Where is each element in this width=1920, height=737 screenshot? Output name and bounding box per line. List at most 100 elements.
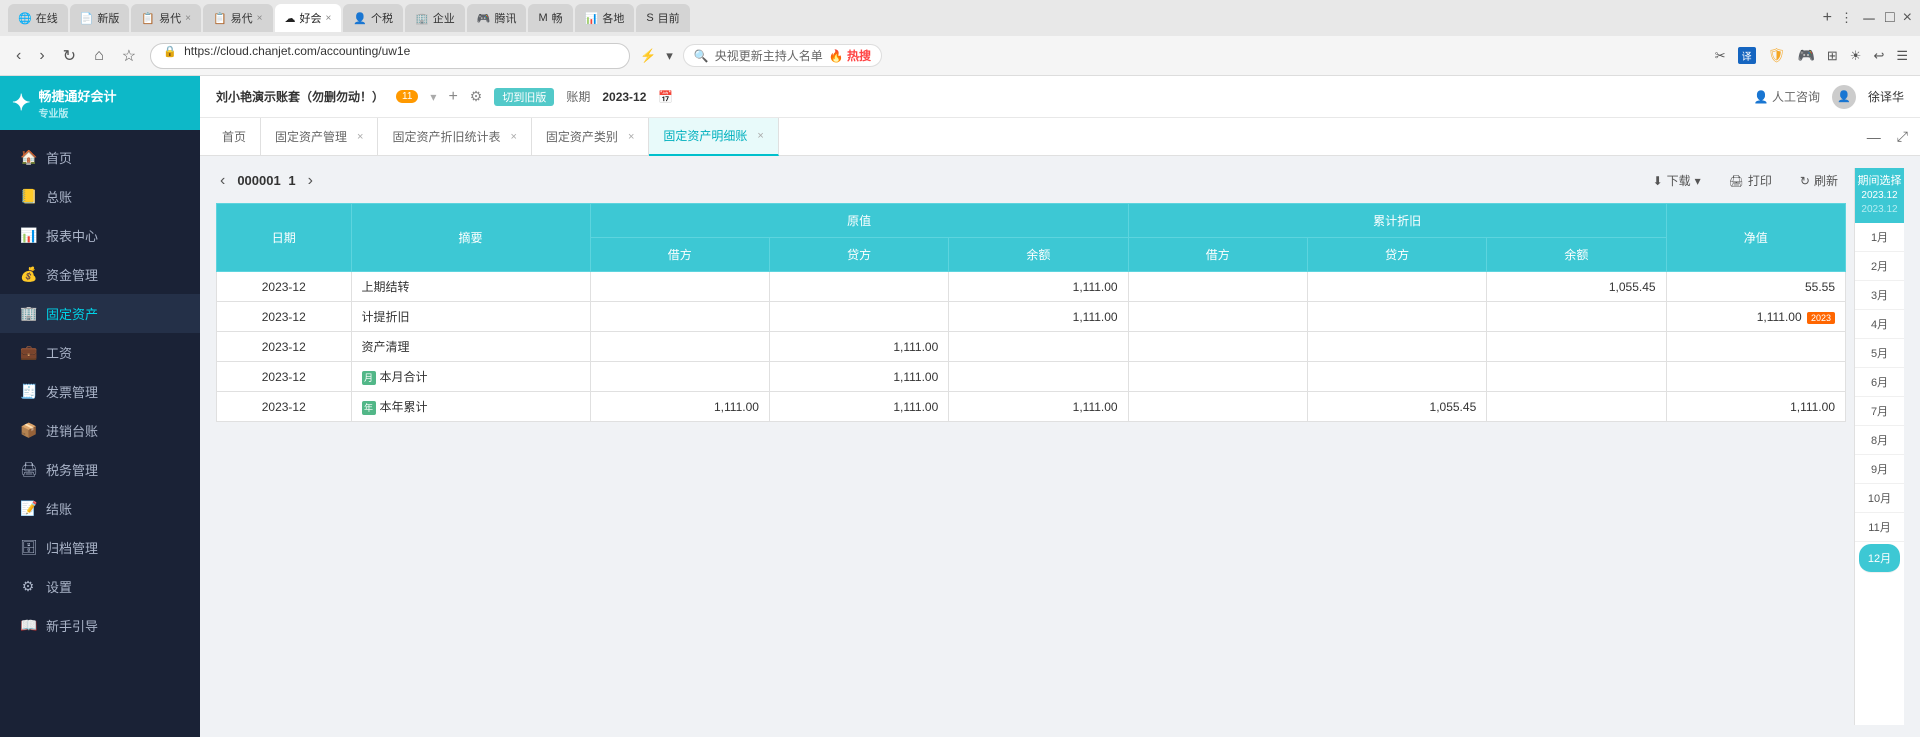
maximize-btn[interactable]: □ (1885, 9, 1895, 27)
refresh-btn[interactable]: ↻ (59, 44, 80, 68)
period-month-item[interactable]: 5月 (1855, 339, 1904, 368)
sidebar-item-guide[interactable]: 📖 新手引导 (0, 606, 200, 645)
undo-icon[interactable]: ↩ (1873, 48, 1884, 64)
tab-depreciation-stats[interactable]: 固定资产折旧统计表 × (378, 118, 531, 156)
period-month-item[interactable]: 3月 (1855, 281, 1904, 310)
brightness-icon[interactable]: ☀ (1850, 48, 1862, 64)
refresh-btn[interactable]: ↻ 刷新 (1792, 168, 1846, 193)
sidebar-item-fixed-asset[interactable]: 🏢 固定资产 (0, 294, 200, 333)
cell-date: 2023-12 (217, 392, 352, 422)
period-month-item[interactable]: 9月 (1855, 455, 1904, 484)
browser-tab-yidai1[interactable]: 📋 易代 × (131, 4, 201, 32)
browser-tab-yidai2[interactable]: 📋 易代 × (203, 4, 273, 32)
sidebar-item-capital[interactable]: 💰 资金管理 (0, 255, 200, 294)
period-month-item[interactable]: 6月 (1855, 368, 1904, 397)
search-box[interactable]: 🔍 央视更新主持人名单 🔥 热搜 (683, 44, 882, 67)
archive-icon: 🗄 (20, 539, 36, 556)
add-account-btn[interactable]: + (448, 88, 457, 106)
prev-btn[interactable]: ‹ (216, 172, 229, 190)
add-tab-btn[interactable]: + (1823, 9, 1832, 27)
sidebar-item-salary[interactable]: 💼 工资 (0, 333, 200, 372)
next-btn[interactable]: › (304, 172, 317, 190)
home-browser-btn[interactable]: ⌂ (90, 45, 108, 67)
tab-close-icon[interactable]: × (326, 13, 332, 24)
address-input[interactable]: 🔒 https://cloud.chanjet.com/accounting/u… (150, 43, 630, 69)
tab-asset-category[interactable]: 固定资产类别 × (532, 118, 649, 156)
sidebar-item-tax[interactable]: 🖨 税务管理 (0, 450, 200, 489)
shield-icon[interactable]: 🛡 (1768, 47, 1786, 64)
row-icon: 年 (362, 401, 376, 415)
th-acc-balance: 余额 (1487, 238, 1666, 272)
download-btn[interactable]: ⬇ 下载 ▾ (1645, 168, 1709, 193)
more-icon[interactable]: ☰ (1896, 48, 1908, 64)
period-month-item[interactable]: 10月 (1855, 484, 1904, 513)
toolbar-right: 👤 人工咨询 👤 徐译华 (1754, 85, 1904, 109)
browser-tab-tax[interactable]: 👤 个税 (343, 4, 403, 32)
hot-search-label[interactable]: 🔥 热搜 (829, 47, 871, 64)
back-btn[interactable]: ‹ (12, 45, 25, 67)
browser-tab-online[interactable]: 🌐 在线 (8, 4, 68, 32)
user-name: 徐译华 (1868, 88, 1904, 105)
tab-close-stats[interactable]: × (510, 131, 516, 143)
sidebar-item-ledger[interactable]: 📒 总账 (0, 177, 200, 216)
switch-version-btn[interactable]: 切到旧版 (494, 88, 554, 106)
sidebar-item-settings[interactable]: ⚙ 设置 (0, 567, 200, 606)
cell-net-value: 1,111.00 2023 (1666, 302, 1845, 332)
close-btn[interactable]: × (1903, 9, 1912, 27)
browser-tab-current[interactable]: S 目前 (636, 4, 689, 32)
tab-close-icon[interactable]: × (257, 13, 263, 24)
period-month-item[interactable]: 12月 (1859, 544, 1900, 573)
period-month-item[interactable]: 4月 (1855, 310, 1904, 339)
forward-btn[interactable]: › (35, 45, 48, 67)
minimize-btn[interactable]: － (1861, 6, 1877, 30)
tab-fixed-asset-mgmt[interactable]: 固定资产管理 × (261, 118, 378, 156)
calendar-icon[interactable]: 📅 (658, 90, 673, 104)
tab-close-mgmt[interactable]: × (357, 131, 363, 143)
grid-icon[interactable]: ⊞ (1827, 48, 1838, 64)
sidebar-item-purchase[interactable]: 📦 进销台账 (0, 411, 200, 450)
dropdown-account-btn[interactable]: ▾ (430, 90, 436, 104)
settings-btn[interactable]: ⚙ (470, 88, 483, 105)
tab-home[interactable]: 首页 (208, 118, 261, 156)
tab-menu-btn[interactable]: ⋮ (1840, 10, 1853, 26)
scissors-icon[interactable]: ✂ (1715, 48, 1726, 64)
browser-tab-tencent[interactable]: 🎮 腾讯 (467, 4, 527, 32)
customer-service-btn[interactable]: 👤 人工咨询 (1754, 88, 1820, 105)
sidebar-item-home[interactable]: 🏠 首页 (0, 138, 200, 177)
game-icon[interactable]: 🎮 (1797, 47, 1814, 64)
period-month-item[interactable]: 7月 (1855, 397, 1904, 426)
cell-date: 2023-12 (217, 332, 352, 362)
tab-close-category[interactable]: × (628, 131, 634, 143)
cell-orig-credit: 1,111.00 (769, 332, 948, 362)
purchase-icon: 📦 (20, 422, 36, 439)
browser-chrome: 🌐 在线 📄 新版 📋 易代 × 📋 易代 × ☁ 好会 × 👤 个税 🏢 (0, 0, 1920, 76)
period-month-item[interactable]: 1月 (1855, 223, 1904, 252)
browser-tab-enterprise[interactable]: 🏢 企业 (405, 4, 465, 32)
translate-icon[interactable]: 译 (1738, 47, 1756, 64)
minimize-panel-btn[interactable]: — (1863, 125, 1885, 149)
maximize-panel-btn[interactable]: ⤢ (1893, 124, 1912, 149)
cell-acc-credit: 1,055.45 (1307, 392, 1486, 422)
browser-tab-new[interactable]: 📄 新版 (70, 4, 130, 32)
browser-tab-chang[interactable]: M 畅 (528, 4, 572, 32)
tab-close-icon[interactable]: × (185, 13, 191, 24)
period-month-item[interactable]: 11月 (1855, 513, 1904, 542)
tab-bar-actions: + ⋮ － □ × (1823, 6, 1912, 30)
tab-icon: 👤 (353, 12, 367, 25)
sidebar-item-invoice[interactable]: 🧾 发票管理 (0, 372, 200, 411)
dropdown-btn[interactable]: ▾ (666, 48, 673, 64)
table-row: 2023-12 年本年累计 1,111.00 1,111.00 1,111.00… (217, 392, 1846, 422)
period-month-item[interactable]: 2月 (1855, 252, 1904, 281)
tab-close-detail[interactable]: × (757, 130, 763, 142)
tab-asset-detail[interactable]: 固定资产明细账 × (649, 118, 778, 156)
extension-icon[interactable]: ⚡ (640, 48, 656, 64)
sidebar-item-report[interactable]: 📊 报表中心 (0, 216, 200, 255)
sidebar-item-archive[interactable]: 🗄 归档管理 (0, 528, 200, 567)
bookmark-btn[interactable]: ☆ (118, 44, 140, 68)
print-btn[interactable]: 🖨 打印 (1721, 168, 1780, 193)
browser-tab-active[interactable]: ☁ 好会 × (275, 4, 342, 32)
period-month-item[interactable]: 8月 (1855, 426, 1904, 455)
sidebar-item-settlement[interactable]: 📝 结账 (0, 489, 200, 528)
browser-tab-gedi[interactable]: 📊 各地 (575, 4, 635, 32)
logo-icon: ✦ (12, 90, 30, 116)
